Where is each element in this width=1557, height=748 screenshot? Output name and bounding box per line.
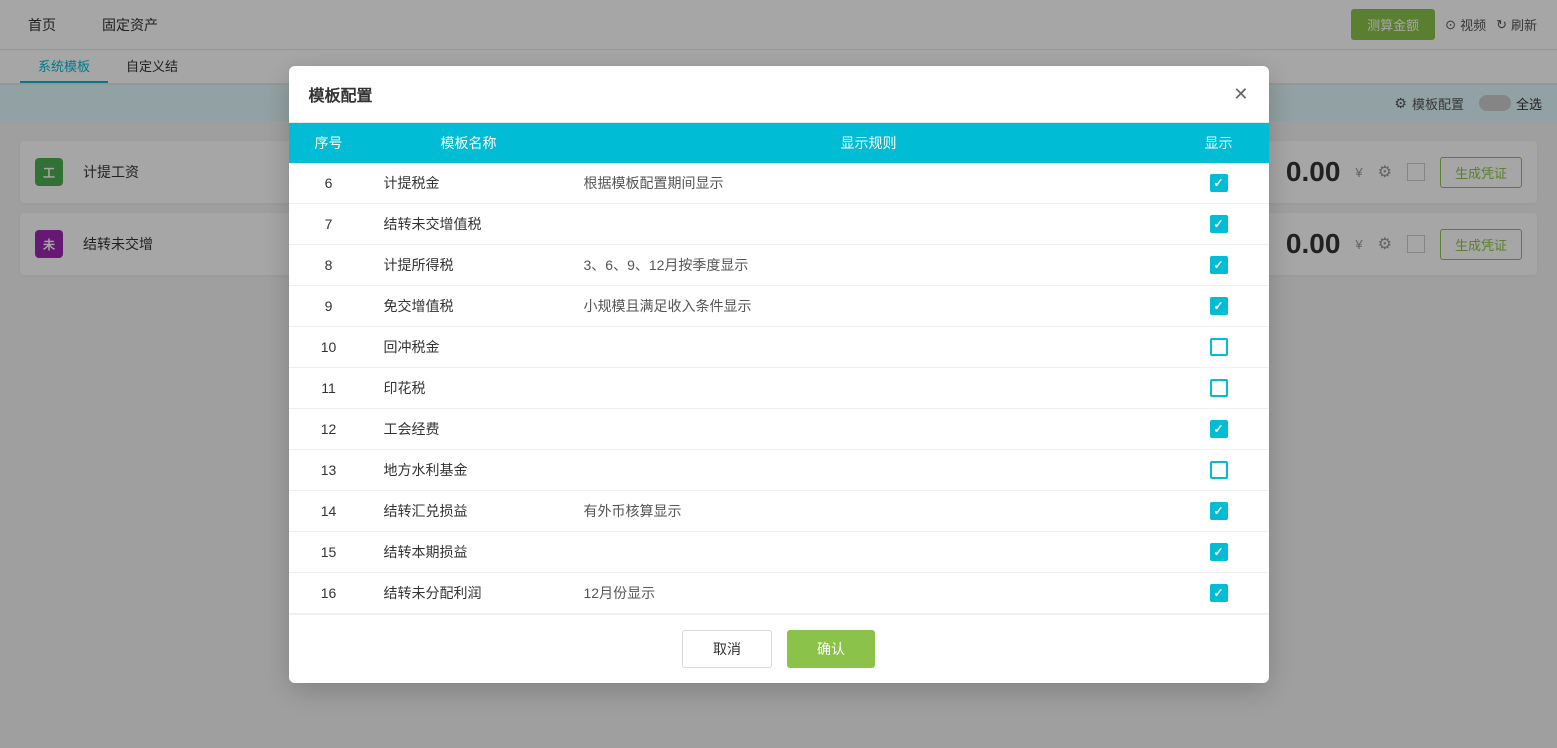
cell-display[interactable] — [1169, 408, 1269, 449]
table-header: 序号 模板名称 显示规则 显示 — [289, 123, 1269, 163]
table-header-row: 序号 模板名称 显示规则 显示 — [289, 123, 1269, 163]
checkbox-row-0[interactable] — [1210, 174, 1228, 192]
col-rule: 显示规则 — [569, 123, 1169, 163]
col-seq: 序号 — [289, 123, 369, 163]
cell-seq: 9 — [289, 285, 369, 326]
table-row: 15结转本期损益 — [289, 531, 1269, 572]
cell-name: 工会经费 — [369, 408, 569, 449]
col-name: 模板名称 — [369, 123, 569, 163]
cell-rule: 有外币核算显示 — [569, 490, 1169, 531]
cell-rule — [569, 203, 1169, 244]
modal-close-button[interactable]: ✕ — [1233, 85, 1248, 103]
cell-seq: 11 — [289, 367, 369, 408]
cell-rule — [569, 408, 1169, 449]
table-row: 11印花税 — [289, 367, 1269, 408]
cell-name: 免交增值税 — [369, 285, 569, 326]
modal-title: 模板配置 — [309, 82, 373, 106]
cell-display[interactable] — [1169, 367, 1269, 408]
cell-name: 结转未交增值税 — [369, 203, 569, 244]
modal-body: 序号 模板名称 显示规则 显示 6计提税金根据模板配置期间显示7结转未交增值税8… — [289, 123, 1269, 614]
cell-display[interactable] — [1169, 163, 1269, 204]
cell-rule: 3、6、9、12月按季度显示 — [569, 244, 1169, 285]
table-row: 8计提所得税3、6、9、12月按季度显示 — [289, 244, 1269, 285]
cell-display[interactable] — [1169, 285, 1269, 326]
table-row: 9免交增值税小规模且满足收入条件显示 — [289, 285, 1269, 326]
cell-rule: 12月份显示 — [569, 572, 1169, 613]
cell-display[interactable] — [1169, 203, 1269, 244]
modal-template-config: 模板配置 ✕ 序号 模板名称 显示规则 显示 6计提税金根据模板配置期间显示7结… — [289, 66, 1269, 683]
cell-rule — [569, 449, 1169, 490]
cell-seq: 14 — [289, 490, 369, 531]
config-table: 序号 模板名称 显示规则 显示 6计提税金根据模板配置期间显示7结转未交增值税8… — [289, 123, 1269, 614]
cell-name: 计提税金 — [369, 163, 569, 204]
cell-display[interactable] — [1169, 244, 1269, 285]
cell-name: 地方水利基金 — [369, 449, 569, 490]
cell-display[interactable] — [1169, 490, 1269, 531]
cell-seq: 10 — [289, 326, 369, 367]
cell-name: 回冲税金 — [369, 326, 569, 367]
table-row: 13地方水利基金 — [289, 449, 1269, 490]
cell-rule — [569, 531, 1169, 572]
cell-name: 计提所得税 — [369, 244, 569, 285]
cell-rule — [569, 326, 1169, 367]
cell-rule: 小规模且满足收入条件显示 — [569, 285, 1169, 326]
cell-seq: 7 — [289, 203, 369, 244]
cell-seq: 6 — [289, 163, 369, 204]
checkbox-row-4[interactable] — [1210, 338, 1228, 356]
cell-seq: 16 — [289, 572, 369, 613]
cell-rule: 根据模板配置期间显示 — [569, 163, 1169, 204]
cell-display[interactable] — [1169, 326, 1269, 367]
table-row: 6计提税金根据模板配置期间显示 — [289, 163, 1269, 204]
cell-name: 结转未分配利润 — [369, 572, 569, 613]
cancel-button[interactable]: 取消 — [682, 630, 772, 668]
checkbox-row-7[interactable] — [1210, 461, 1228, 479]
table-row: 10回冲税金 — [289, 326, 1269, 367]
checkbox-row-3[interactable] — [1210, 297, 1228, 315]
checkbox-row-2[interactable] — [1210, 256, 1228, 274]
cell-name: 结转汇兑损益 — [369, 490, 569, 531]
cell-name: 结转本期损益 — [369, 531, 569, 572]
checkbox-row-6[interactable] — [1210, 420, 1228, 438]
cell-seq: 12 — [289, 408, 369, 449]
cell-display[interactable] — [1169, 531, 1269, 572]
cell-name: 印花税 — [369, 367, 569, 408]
table-body: 6计提税金根据模板配置期间显示7结转未交增值税8计提所得税3、6、9、12月按季… — [289, 163, 1269, 614]
modal-overlay: 模板配置 ✕ 序号 模板名称 显示规则 显示 6计提税金根据模板配置期间显示7结… — [0, 0, 1557, 748]
checkbox-row-10[interactable] — [1210, 584, 1228, 602]
cell-seq: 13 — [289, 449, 369, 490]
confirm-button[interactable]: 确认 — [787, 630, 875, 668]
table-row: 12工会经费 — [289, 408, 1269, 449]
table-row: 14结转汇兑损益有外币核算显示 — [289, 490, 1269, 531]
cell-seq: 8 — [289, 244, 369, 285]
checkbox-row-5[interactable] — [1210, 379, 1228, 397]
checkbox-row-9[interactable] — [1210, 543, 1228, 561]
table-row: 16结转未分配利润12月份显示 — [289, 572, 1269, 613]
table-row: 7结转未交增值税 — [289, 203, 1269, 244]
cell-rule — [569, 367, 1169, 408]
col-display: 显示 — [1169, 123, 1269, 163]
modal-footer: 取消 确认 — [289, 614, 1269, 683]
checkbox-row-1[interactable] — [1210, 215, 1228, 233]
modal-header: 模板配置 ✕ — [289, 66, 1269, 123]
checkbox-row-8[interactable] — [1210, 502, 1228, 520]
cell-display[interactable] — [1169, 572, 1269, 613]
cell-display[interactable] — [1169, 449, 1269, 490]
cell-seq: 15 — [289, 531, 369, 572]
